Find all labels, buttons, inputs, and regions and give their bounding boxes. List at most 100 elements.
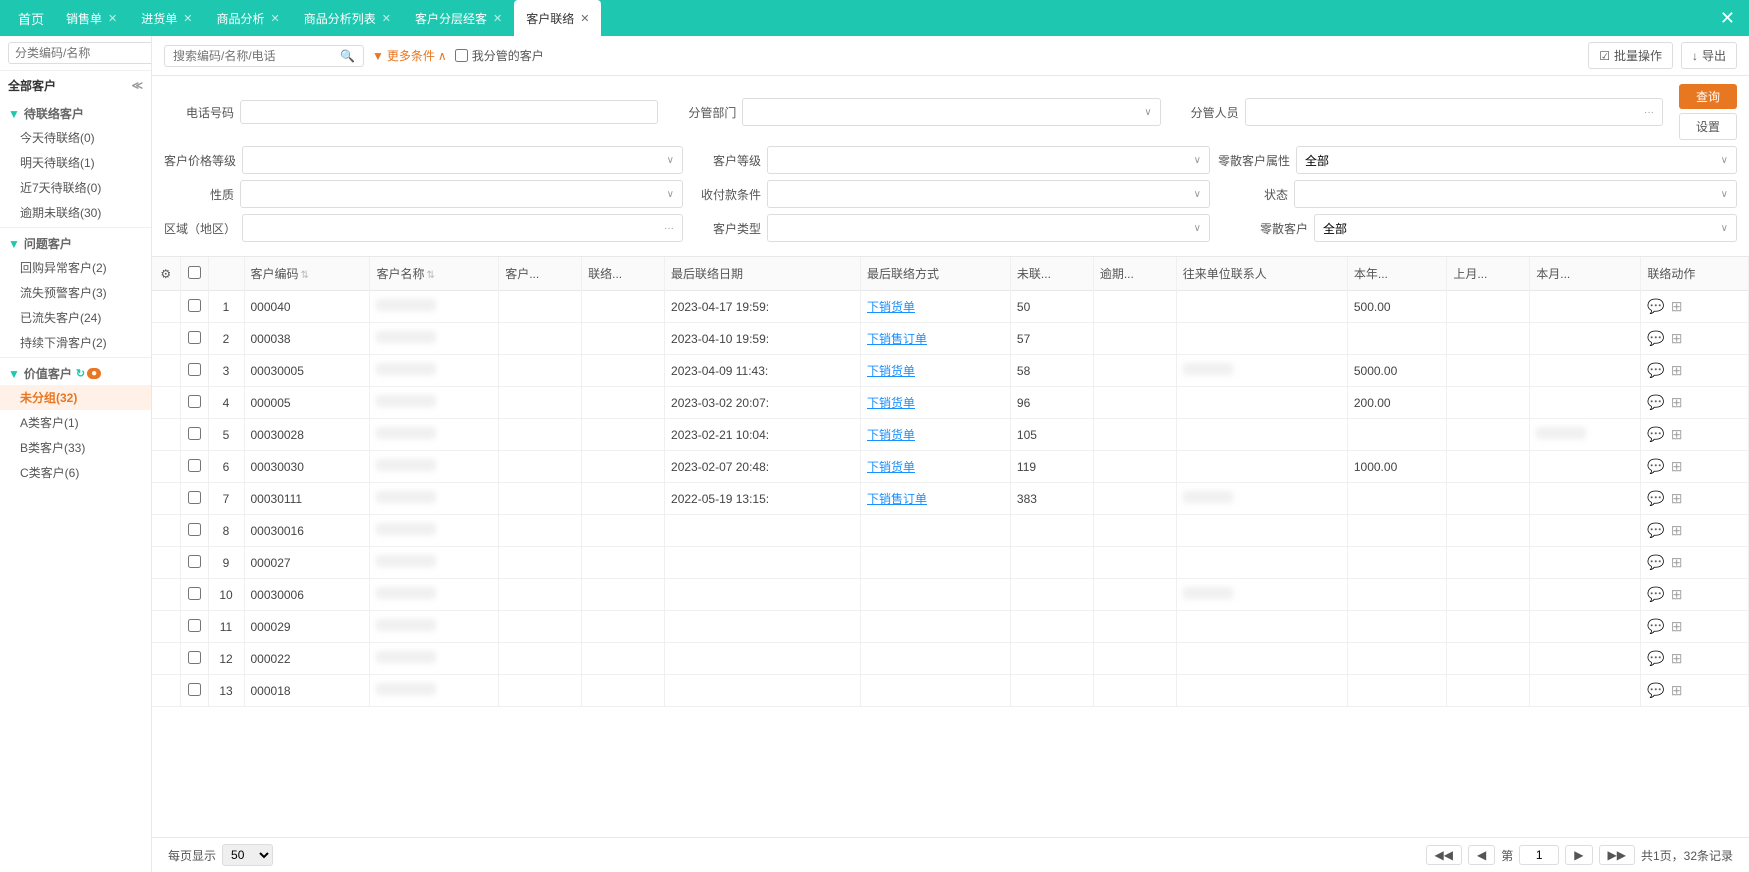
grid-icon[interactable]: ⊞	[1671, 682, 1683, 699]
row-checkbox[interactable]	[188, 395, 201, 408]
tab-analysis[interactable]: 商品分析 ✕	[204, 0, 291, 36]
chat-icon[interactable]: 💬	[1647, 554, 1664, 571]
row-checkbox[interactable]	[188, 523, 201, 536]
grid-icon[interactable]: ⊞	[1671, 618, 1683, 635]
grid-icon[interactable]: ⊞	[1671, 554, 1683, 571]
window-close-icon[interactable]: ✕	[1714, 8, 1741, 29]
row-last-method-cell[interactable]	[860, 611, 1010, 643]
col-contact[interactable]: 联络...	[582, 257, 665, 291]
last-method-link[interactable]: 下销货单	[867, 396, 915, 410]
sidebar-item-abnormal[interactable]: 回购异常客户(2)	[0, 255, 151, 280]
refresh-icon[interactable]: ↻	[76, 367, 85, 380]
tab-customer-contact[interactable]: 客户联络 ✕	[514, 0, 601, 36]
retail-customer-select[interactable]: 全部 ∨	[1314, 214, 1737, 242]
col-type[interactable]: 客户...	[499, 257, 582, 291]
close-customer-contact-icon[interactable]: ✕	[580, 12, 589, 25]
last-page-btn[interactable]: ▶▶	[1599, 845, 1635, 865]
all-customers-header[interactable]: 全部客户 ≪	[0, 71, 151, 100]
property-select[interactable]: ∨	[240, 180, 683, 208]
last-method-link[interactable]: 下销售订单	[867, 492, 927, 506]
row-last-method-cell[interactable]	[860, 547, 1010, 579]
row-checkbox[interactable]	[188, 491, 201, 504]
tab-home[interactable]: 首页	[8, 0, 54, 36]
page-number-input[interactable]	[1519, 845, 1559, 865]
col-this-month[interactable]: 本月...	[1530, 257, 1641, 291]
prev-page-btn[interactable]: ◀	[1468, 845, 1495, 865]
row-checkbox-cell[interactable]	[180, 515, 208, 547]
row-checkbox-cell[interactable]	[180, 579, 208, 611]
export-btn[interactable]: ↓ 导出	[1681, 42, 1737, 69]
col-no-contact[interactable]: 未联...	[1010, 257, 1093, 291]
sidebar-item-week[interactable]: 近7天待联络(0)	[0, 175, 151, 200]
row-last-method-cell[interactable]: 下销货单	[860, 419, 1010, 451]
col-biz-contact[interactable]: 往来单位联系人	[1176, 257, 1347, 291]
grid-icon[interactable]: ⊞	[1671, 394, 1683, 411]
price-grade-select[interactable]: ∨	[242, 146, 683, 174]
sidebar-item-lost[interactable]: 已流失客户(24)	[0, 305, 151, 330]
tab-purchase[interactable]: 进货单 ✕	[129, 0, 204, 36]
row-last-method-cell[interactable]: 下销货单	[860, 355, 1010, 387]
col-settings[interactable]: ⚙	[152, 257, 180, 291]
chat-icon[interactable]: 💬	[1647, 586, 1664, 603]
col-last-date[interactable]: 最后联络日期	[665, 257, 861, 291]
more-conditions-btn[interactable]: ▼ 更多条件 ∧	[372, 47, 447, 64]
last-method-link[interactable]: 下销货单	[867, 300, 915, 314]
chat-icon[interactable]: 💬	[1647, 490, 1664, 507]
row-checkbox-cell[interactable]	[180, 419, 208, 451]
row-checkbox[interactable]	[188, 459, 201, 472]
grid-icon[interactable]: ⊞	[1671, 490, 1683, 507]
pending-customers-group[interactable]: ▼ 待联络客户	[0, 100, 151, 125]
chat-icon[interactable]: 💬	[1647, 618, 1664, 635]
row-checkbox-cell[interactable]	[180, 387, 208, 419]
sidebar-item-unranked[interactable]: 未分组(32)	[0, 385, 151, 410]
region-select[interactable]: ···	[242, 214, 683, 242]
chat-icon[interactable]: 💬	[1647, 522, 1664, 539]
sidebar-item-today[interactable]: 今天待联络(0)	[0, 125, 151, 150]
col-this-year[interactable]: 本年...	[1347, 257, 1446, 291]
close-analysis-icon[interactable]: ✕	[271, 12, 280, 25]
row-checkbox-cell[interactable]	[180, 291, 208, 323]
row-checkbox-cell[interactable]	[180, 675, 208, 707]
problem-customers-group[interactable]: ▼ 问题客户	[0, 230, 151, 255]
my-customers-checkbox-label[interactable]: 我分管的客户	[455, 47, 544, 64]
sidebar-item-classB[interactable]: B类客户(33)	[0, 435, 151, 460]
last-method-link[interactable]: 下销货单	[867, 428, 915, 442]
last-method-link[interactable]: 下销货单	[867, 364, 915, 378]
select-all-checkbox[interactable]	[188, 266, 201, 279]
row-last-method-cell[interactable]	[860, 515, 1010, 547]
search-icon[interactable]: 🔍	[340, 49, 355, 63]
status-select[interactable]: ∨	[1294, 180, 1737, 208]
row-checkbox[interactable]	[188, 555, 201, 568]
sidebar-item-declining[interactable]: 持续下滑客户(2)	[0, 330, 151, 355]
row-checkbox-cell[interactable]	[180, 547, 208, 579]
sidebar-item-classC[interactable]: C类客户(6)	[0, 460, 151, 485]
customer-grade-select[interactable]: ∨	[767, 146, 1210, 174]
batch-ops-btn[interactable]: ☑ 批量操作	[1588, 42, 1673, 69]
sidebar-search-input[interactable]	[8, 42, 152, 64]
sidebar-item-churn-risk[interactable]: 流失预警客户(3)	[0, 280, 151, 305]
sidebar-item-classA[interactable]: A类客户(1)	[0, 410, 151, 435]
chat-icon[interactable]: 💬	[1647, 298, 1664, 315]
row-last-method-cell[interactable]: 下销售订单	[860, 323, 1010, 355]
tab-analysis-list[interactable]: 商品分析列表 ✕	[292, 0, 403, 36]
row-checkbox-cell[interactable]	[180, 355, 208, 387]
close-customer-segment-icon[interactable]: ✕	[493, 12, 502, 25]
chat-icon[interactable]: 💬	[1647, 362, 1664, 379]
search-box[interactable]: 🔍	[164, 45, 364, 67]
row-checkbox[interactable]	[188, 683, 201, 696]
value-customers-group[interactable]: ▼ 价值客户 ↻ ●	[0, 360, 151, 385]
query-btn[interactable]: 查询	[1679, 84, 1737, 109]
row-last-method-cell[interactable]: 下销货单	[860, 387, 1010, 419]
last-method-link[interactable]: 下销售订单	[867, 332, 927, 346]
chat-icon[interactable]: 💬	[1647, 394, 1664, 411]
sidebar-item-tomorrow[interactable]: 明天待联络(1)	[0, 150, 151, 175]
row-checkbox[interactable]	[188, 587, 201, 600]
chat-icon[interactable]: 💬	[1647, 458, 1664, 475]
grid-icon[interactable]: ⊞	[1671, 330, 1683, 347]
close-analysis-list-icon[interactable]: ✕	[382, 12, 391, 25]
grid-icon[interactable]: ⊞	[1671, 522, 1683, 539]
row-checkbox[interactable]	[188, 651, 201, 664]
row-checkbox[interactable]	[188, 331, 201, 344]
col-overdue[interactable]: 逾期...	[1093, 257, 1176, 291]
col-checkbox-all[interactable]	[180, 257, 208, 291]
